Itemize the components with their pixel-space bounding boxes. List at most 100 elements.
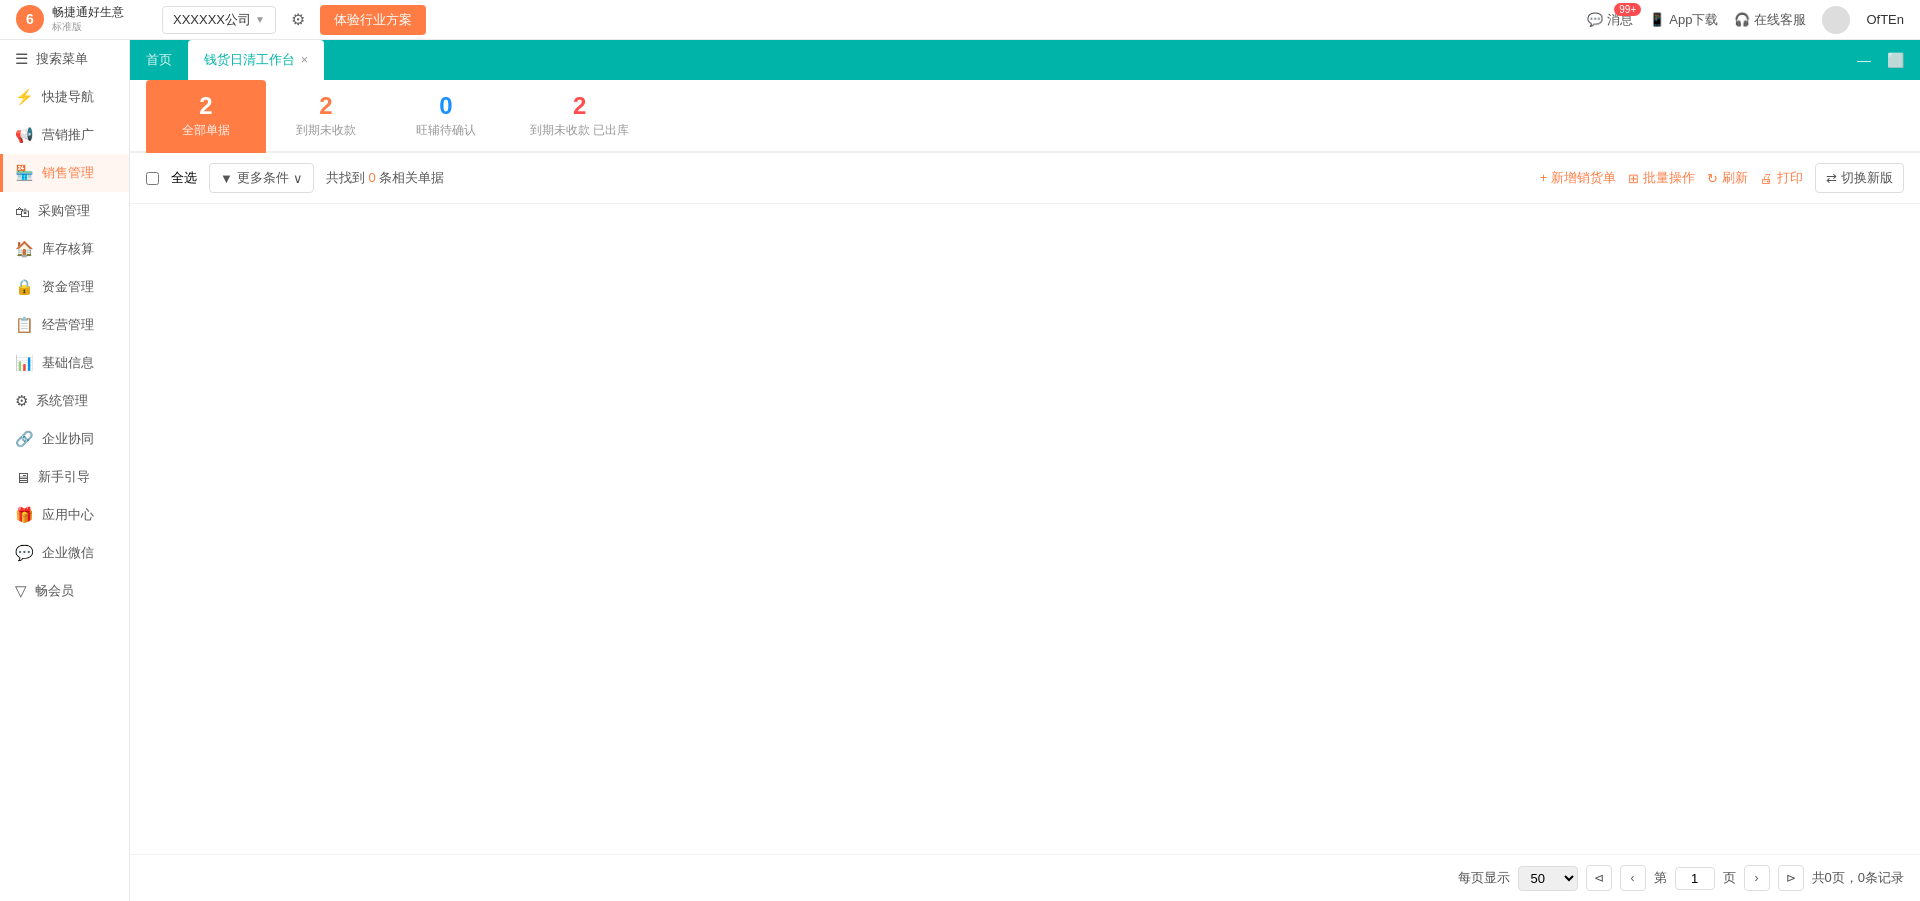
basic-info-icon: 📊 — [15, 354, 34, 372]
tab-actions: — ⬜ — [1853, 48, 1920, 72]
company-selector[interactable]: XXXXXX公司 ▼ — [162, 6, 276, 34]
stat-tab-all[interactable]: 2 全部单据 — [146, 80, 266, 153]
marketing-icon: 📢 — [15, 126, 34, 144]
page-label: 第 — [1654, 869, 1667, 887]
add-sales-order-button[interactable]: + 新增销货单 — [1540, 169, 1616, 187]
refresh-icon: ↻ — [1707, 171, 1718, 186]
user-avatar[interactable] — [1822, 6, 1850, 34]
quick-nav-icon: ⚡ — [15, 88, 34, 106]
app-name-block: 畅捷通好生意 标准版 — [52, 5, 124, 33]
app-logo-icon: 6 — [16, 5, 44, 33]
main-content: 2 全部单据 2 到期未收款 0 旺辅待确认 2 到期未收款 已出库 全选 — [130, 80, 1920, 901]
finance-icon: 🔒 — [15, 278, 34, 296]
sidebar-item-finance[interactable]: 🔒 资金管理 — [0, 268, 129, 306]
sidebar-item-inventory[interactable]: 🏠 库存核算 — [0, 230, 129, 268]
print-icon: 🖨 — [1760, 171, 1773, 186]
system-icon: ⚙ — [15, 392, 28, 410]
sidebar-guide-label: 新手引导 — [38, 468, 90, 486]
batch-operation-button[interactable]: ⊞ 批量操作 — [1628, 169, 1695, 187]
sidebar-item-quick-nav[interactable]: ⚡ 快捷导航 — [0, 78, 129, 116]
sidebar-item-search[interactable]: ☰ 搜索菜单 — [0, 40, 129, 78]
filter-label: 更多条件 — [237, 169, 289, 187]
sidebar-member-label: 畅会员 — [35, 582, 74, 600]
header-center: XXXXXX公司 ▼ ⚙ 体验行业方案 — [146, 5, 1587, 35]
select-all-label: 全选 — [171, 169, 197, 187]
per-page-select[interactable]: 50 10 20 100 — [1518, 866, 1578, 891]
enterprise-icon: 🔗 — [15, 430, 34, 448]
messages-badge: 99+ — [1614, 3, 1641, 16]
stat-tab-overdue-shipped[interactable]: 2 到期未收款 已出库 — [506, 80, 653, 153]
app-version: 标准版 — [52, 20, 124, 34]
stat-count-pending: 0 — [439, 92, 452, 120]
sidebar-item-enterprise[interactable]: 🔗 企业协同 — [0, 420, 129, 458]
sidebar: ☰ 搜索菜单 ⚡ 快捷导航 📢 营销推广 🏪 销售管理 🛍 采购管理 🏠 库存核… — [0, 40, 130, 901]
total-records-label: 共0页，0条记录 — [1812, 869, 1904, 887]
select-all-checkbox[interactable] — [146, 172, 159, 185]
filter-button[interactable]: ▼ 更多条件 ∨ — [209, 163, 314, 193]
content-area: 2 全部单据 2 到期未收款 0 旺辅待确认 2 到期未收款 已出库 全选 — [130, 80, 1920, 901]
prev-page-button[interactable]: ‹ — [1620, 865, 1646, 891]
settings-button[interactable]: ⚙ — [284, 6, 312, 34]
first-page-button[interactable]: ⊲ — [1586, 865, 1612, 891]
sales-icon: 🏪 — [15, 164, 34, 182]
found-text: 共找到 0 条相关单据 — [326, 169, 444, 187]
page-suffix: 页 — [1723, 869, 1736, 887]
stat-label-pending: 旺辅待确认 — [416, 122, 476, 139]
sidebar-item-operation[interactable]: 📋 经营管理 — [0, 306, 129, 344]
company-name: XXXXXX公司 — [173, 11, 251, 29]
stats-tabs: 2 全部单据 2 到期未收款 0 旺辅待确认 2 到期未收款 已出库 — [130, 80, 1920, 153]
sidebar-basic-info-label: 基础信息 — [42, 354, 94, 372]
online-service-button[interactable]: 🎧 在线客服 — [1734, 11, 1806, 29]
batch-icon: ⊞ — [1628, 171, 1639, 186]
purchase-icon: 🛍 — [15, 203, 30, 220]
wechat-icon: 💬 — [15, 544, 34, 562]
message-icon: 💬 — [1587, 12, 1603, 27]
service-icon: 🎧 — [1734, 12, 1750, 27]
sidebar-item-system[interactable]: ⚙ 系统管理 — [0, 382, 129, 420]
tab-home[interactable]: 首页 — [130, 40, 188, 80]
online-service-label: 在线客服 — [1754, 11, 1806, 29]
pagination: 每页显示 50 10 20 100 ⊲ ‹ 第 页 › ⊳ 共0页，0条记录 — [130, 854, 1920, 901]
stat-count-all: 2 — [199, 92, 212, 120]
app-download-button[interactable]: 📱 App下载 — [1649, 11, 1718, 29]
search-menu-icon: ☰ — [15, 50, 28, 68]
tab-maximize-button[interactable]: ⬜ — [1883, 48, 1908, 72]
tab-cash-flow-label: 钱货日清工作台 — [204, 51, 295, 69]
sidebar-item-marketing[interactable]: 📢 营销推广 — [0, 116, 129, 154]
trial-button[interactable]: 体验行业方案 — [320, 5, 426, 35]
inventory-icon: 🏠 — [15, 240, 34, 258]
sidebar-item-basic-info[interactable]: 📊 基础信息 — [0, 344, 129, 382]
tab-minimize-button[interactable]: — — [1853, 48, 1875, 72]
app-download-label: App下载 — [1669, 11, 1718, 29]
app-name: 畅捷通好生意 — [52, 5, 124, 19]
tab-close-icon[interactable]: × — [301, 53, 308, 67]
next-page-button[interactable]: › — [1744, 865, 1770, 891]
sidebar-item-purchase[interactable]: 🛍 采购管理 — [0, 192, 129, 230]
tab-bar: 首页 钱货日清工作台 × — ⬜ — [130, 40, 1920, 80]
stat-tab-pending[interactable]: 0 旺辅待确认 — [386, 80, 506, 153]
stat-label-all: 全部单据 — [182, 122, 230, 139]
stat-count-overdue-shipped: 2 — [573, 92, 586, 120]
sidebar-sales-label: 销售管理 — [42, 164, 94, 182]
sidebar-marketing-label: 营销推广 — [42, 126, 94, 144]
print-button[interactable]: 🖨 打印 — [1760, 169, 1803, 187]
stat-count-overdue: 2 — [319, 92, 332, 120]
sidebar-item-member[interactable]: ▽ 畅会员 — [0, 572, 129, 610]
switch-version-button[interactable]: ⇄ 切换新版 — [1815, 163, 1904, 193]
sidebar-item-app-center[interactable]: 🎁 应用中心 — [0, 496, 129, 534]
last-page-button[interactable]: ⊳ — [1778, 865, 1804, 891]
page-number-input[interactable] — [1675, 867, 1715, 890]
sidebar-item-guide[interactable]: 🖥 新手引导 — [0, 458, 129, 496]
sidebar-item-sales[interactable]: 🏪 销售管理 — [0, 154, 129, 192]
sidebar-system-label: 系统管理 — [36, 392, 88, 410]
sidebar-item-wechat[interactable]: 💬 企业微信 — [0, 534, 129, 572]
refresh-button[interactable]: ↻ 刷新 — [1707, 169, 1748, 187]
stat-tab-overdue[interactable]: 2 到期未收款 — [266, 80, 386, 153]
user-name-label: OfTEn — [1866, 12, 1904, 27]
tab-cash-flow[interactable]: 钱货日清工作台 × — [188, 40, 324, 80]
sidebar-inventory-label: 库存核算 — [42, 240, 94, 258]
found-count: 0 — [369, 170, 376, 185]
per-page-label: 每页显示 — [1458, 869, 1510, 887]
top-header: 6 畅捷通好生意 标准版 XXXXXX公司 ▼ ⚙ 体验行业方案 💬 消息 99… — [0, 0, 1920, 40]
messages-button[interactable]: 💬 消息 99+ — [1587, 11, 1633, 29]
